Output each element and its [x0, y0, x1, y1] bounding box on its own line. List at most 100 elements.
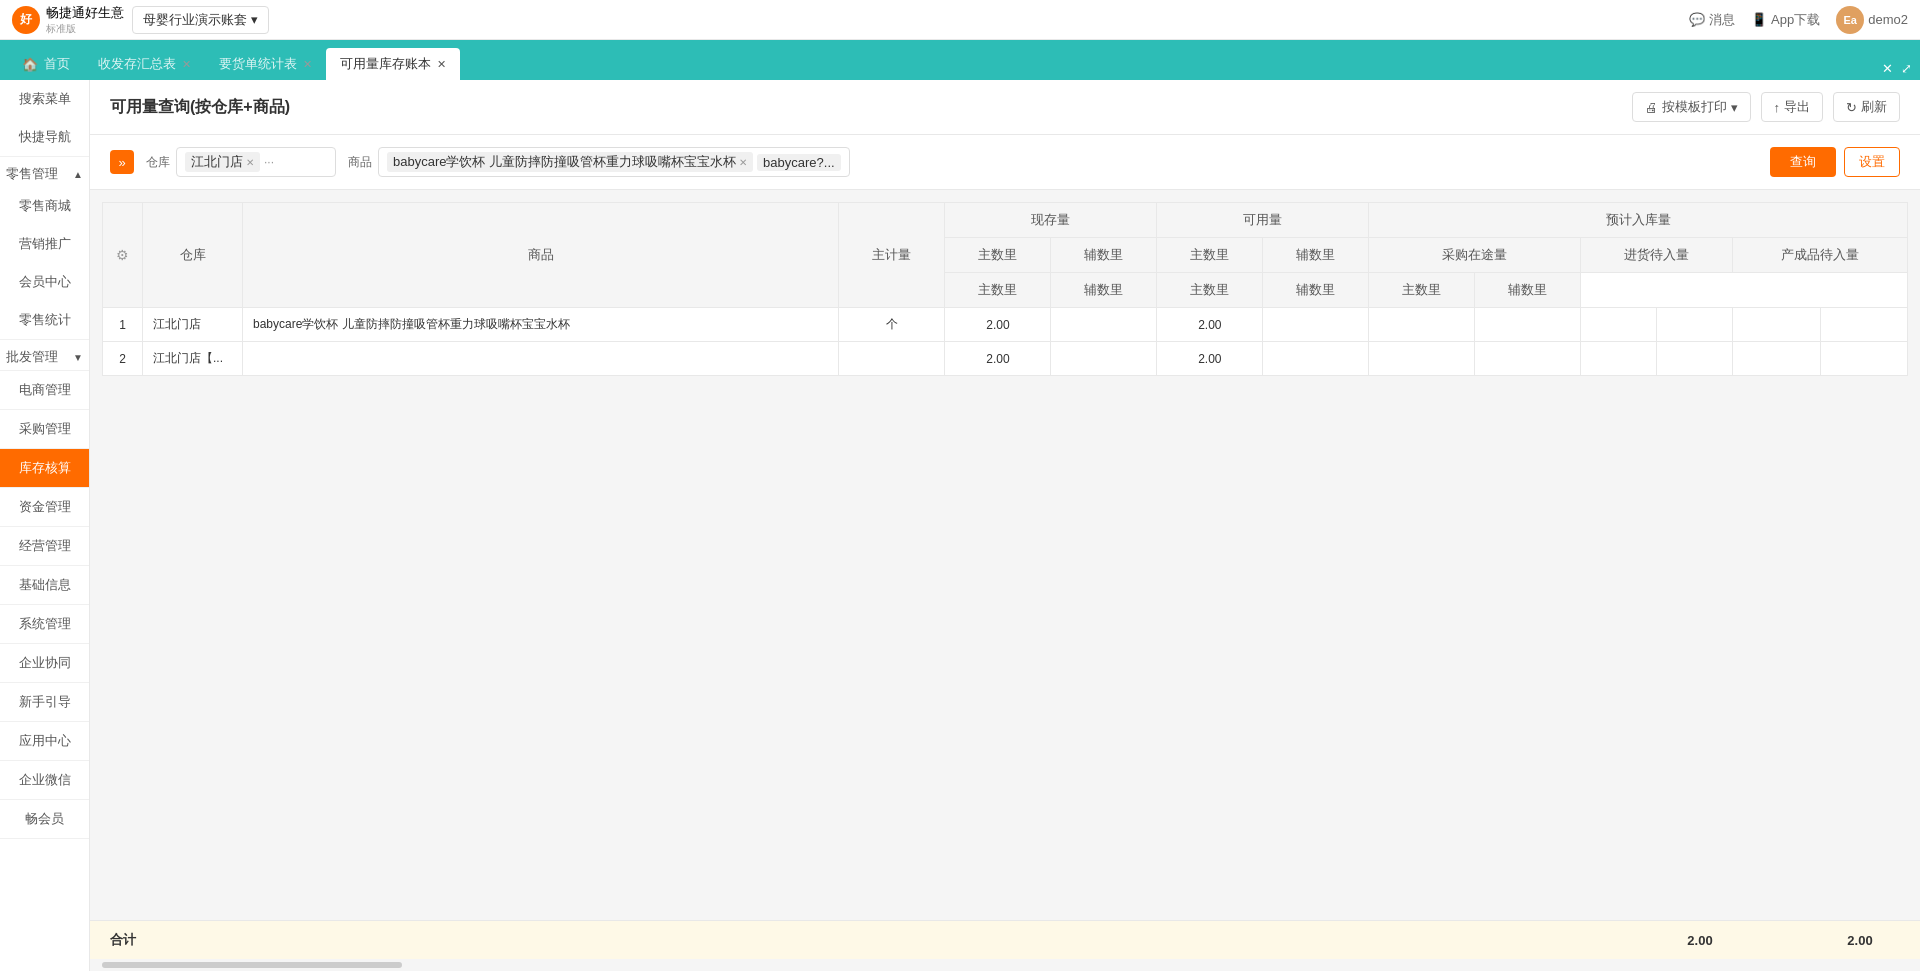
- logo-area: 好 畅捷通好生意 标准版: [12, 4, 124, 36]
- th-unit: 主计量: [839, 203, 945, 308]
- sidebar-search-menu[interactable]: 搜索菜单: [0, 80, 89, 118]
- horizontal-scrollbar[interactable]: [90, 959, 1920, 971]
- minimize-icon[interactable]: ✕: [1882, 61, 1893, 76]
- th-available-aux: 辅数里: [1263, 238, 1369, 273]
- cell-warehouse: 江北门店: [143, 308, 243, 342]
- tab-inventory[interactable]: 可用量库存账本 ✕: [326, 48, 460, 80]
- warehouse-tag-remove[interactable]: ✕: [246, 157, 254, 168]
- cell-stock-aux: [1051, 342, 1157, 376]
- sidebar-item-inventory[interactable]: 库存核算: [0, 449, 89, 487]
- th-production-aux: 辅数里: [1475, 273, 1581, 308]
- sidebar-item-enterprise[interactable]: 企业协同: [0, 644, 89, 682]
- warehouse-filter-label: 仓库: [146, 154, 170, 171]
- tab-purchase-stat[interactable]: 要货单统计表 ✕: [205, 48, 326, 80]
- sidebar: 搜索菜单 快捷导航 零售管理 ▲ 零售商城 营销推广 会员中心 零售统计: [0, 80, 90, 971]
- print-template-label: 按模板打印: [1662, 98, 1727, 116]
- sidebar-search-section: 搜索菜单 快捷导航: [0, 80, 89, 157]
- top-bar-right: 💬 消息 📱 App下载 Ea demo2: [1689, 6, 1908, 34]
- product-filter-input[interactable]: babycare学饮杯 儿童防摔防撞吸管杯重力球吸嘴杯宝宝水杯 ✕ babyca…: [378, 147, 850, 177]
- sidebar-item-vip[interactable]: 畅会员: [0, 800, 89, 838]
- sidebar-item-wechat[interactable]: 企业微信: [0, 761, 89, 799]
- sidebar-retail-group: 零售管理 ▲ 零售商城 营销推广 会员中心 零售统计: [0, 157, 89, 340]
- user-profile[interactable]: Ea demo2: [1836, 6, 1908, 34]
- sidebar-item-purchase[interactable]: 采购管理: [0, 410, 89, 448]
- print-template-button[interactable]: 🖨 按模板打印 ▾: [1632, 92, 1751, 122]
- app-download-button[interactable]: 📱 App下载: [1751, 11, 1820, 29]
- sidebar-item-purchase-label: 采购管理: [19, 420, 71, 438]
- warehouse-ellipsis[interactable]: ···: [264, 155, 274, 169]
- cell-warehouse: 江北门店【...: [143, 342, 243, 376]
- sidebar-item-member[interactable]: 会员中心: [0, 263, 89, 301]
- th-product: 商品: [243, 203, 839, 308]
- th-purchase-in-main: 主数里: [945, 273, 1051, 308]
- tab-purchase-stat-label: 要货单统计表: [219, 55, 297, 73]
- footer-stock-main: 2.00: [1660, 933, 1740, 948]
- sidebar-item-finance[interactable]: 资金管理: [0, 488, 89, 526]
- sidebar-item-operation[interactable]: 经营管理: [0, 527, 89, 565]
- sidebar-item-operation-label: 经营管理: [19, 537, 71, 555]
- sidebar-item-appstore[interactable]: 应用中心: [0, 722, 89, 760]
- warehouse-tag-text: 江北门店: [191, 153, 243, 171]
- setting-button[interactable]: 设置: [1844, 147, 1900, 177]
- tab-home-label: 首页: [44, 55, 70, 73]
- sidebar-base-section: 基础信息: [0, 566, 89, 605]
- sidebar-item-system[interactable]: 系统管理: [0, 605, 89, 643]
- tab-collection-close[interactable]: ✕: [182, 58, 191, 71]
- message-label: 消息: [1709, 11, 1735, 29]
- settings-icon[interactable]: ⚙: [116, 247, 129, 263]
- chevron-down-icon: ▾: [251, 12, 258, 27]
- cell-arrival-aux: [1657, 342, 1733, 376]
- th-available-group: 可用量: [1157, 203, 1369, 238]
- th-product-label: 商品: [528, 247, 554, 262]
- industry-label: 母婴行业演示账套: [143, 11, 247, 29]
- sidebar-wholesale-header[interactable]: 批发管理 ▼: [0, 340, 89, 370]
- refresh-icon: ↻: [1846, 100, 1857, 115]
- cell-stock-main: 2.00: [945, 342, 1051, 376]
- sidebar-enterprise-section: 企业协同: [0, 644, 89, 683]
- message-button[interactable]: 💬 消息: [1689, 11, 1735, 29]
- tab-collection[interactable]: 收发存汇总表 ✕: [84, 48, 205, 80]
- cell-purchase-in-main: [1369, 342, 1475, 376]
- refresh-button[interactable]: ↻ 刷新: [1833, 92, 1900, 122]
- export-icon: ↑: [1774, 100, 1781, 115]
- app-download-label: App下载: [1771, 11, 1820, 29]
- cell-production-aux: [1820, 308, 1907, 342]
- filter-toggle-button[interactable]: »: [110, 150, 134, 174]
- maximize-icon[interactable]: ⤢: [1901, 61, 1912, 76]
- tab-collection-label: 收发存汇总表: [98, 55, 176, 73]
- window-controls: ✕ ⤢: [1882, 61, 1912, 80]
- tab-inventory-close[interactable]: ✕: [437, 58, 446, 71]
- product-tag-1-remove[interactable]: ✕: [739, 157, 747, 168]
- query-button[interactable]: 查询: [1770, 147, 1836, 177]
- sidebar-finance-section: 资金管理: [0, 488, 89, 527]
- sidebar-quick-nav[interactable]: 快捷导航: [0, 118, 89, 156]
- sidebar-inventory-section: 库存核算: [0, 449, 89, 488]
- sidebar-item-ecommerce-label: 电商管理: [19, 381, 71, 399]
- app-icon: 📱: [1751, 12, 1767, 27]
- tab-home[interactable]: 🏠 首页: [8, 48, 84, 80]
- avatar: Ea: [1836, 6, 1864, 34]
- sidebar-retail-header[interactable]: 零售管理 ▲: [0, 157, 89, 187]
- cell-unit: 个: [839, 308, 945, 342]
- sidebar-item-wechat-label: 企业微信: [19, 771, 71, 789]
- export-button[interactable]: ↑ 导出: [1761, 92, 1824, 122]
- th-available-main: 主数里: [1157, 238, 1263, 273]
- sidebar-item-newbie-label: 新手引导: [19, 693, 71, 711]
- tab-purchase-stat-close[interactable]: ✕: [303, 58, 312, 71]
- industry-selector[interactable]: 母婴行业演示账套 ▾: [132, 6, 269, 34]
- sidebar-operation-section: 经营管理: [0, 527, 89, 566]
- logo-text-block: 畅捷通好生意 标准版: [46, 4, 124, 36]
- warehouse-filter-input[interactable]: 江北门店 ✕ ···: [176, 147, 336, 177]
- sidebar-item-marketing[interactable]: 营销推广: [0, 225, 89, 263]
- page-header-actions: 🖨 按模板打印 ▾ ↑ 导出 ↻ 刷新: [1632, 92, 1901, 134]
- sidebar-item-retail-stat[interactable]: 零售统计: [0, 301, 89, 339]
- product-filter-label: 商品: [348, 154, 372, 171]
- nav-tabs-bar: 🏠 首页 收发存汇总表 ✕ 要货单统计表 ✕ 可用量库存账本 ✕ ✕ ⤢: [0, 40, 1920, 80]
- sidebar-newbie-section: 新手引导: [0, 683, 89, 722]
- cell-stock-main: 2.00: [945, 308, 1051, 342]
- sidebar-item-ecommerce[interactable]: 电商管理: [0, 371, 89, 409]
- sidebar-item-newbie[interactable]: 新手引导: [0, 683, 89, 721]
- footer-available-main: 2.00: [1820, 933, 1900, 948]
- sidebar-item-base[interactable]: 基础信息: [0, 566, 89, 604]
- sidebar-item-retail-mall[interactable]: 零售商城: [0, 187, 89, 225]
